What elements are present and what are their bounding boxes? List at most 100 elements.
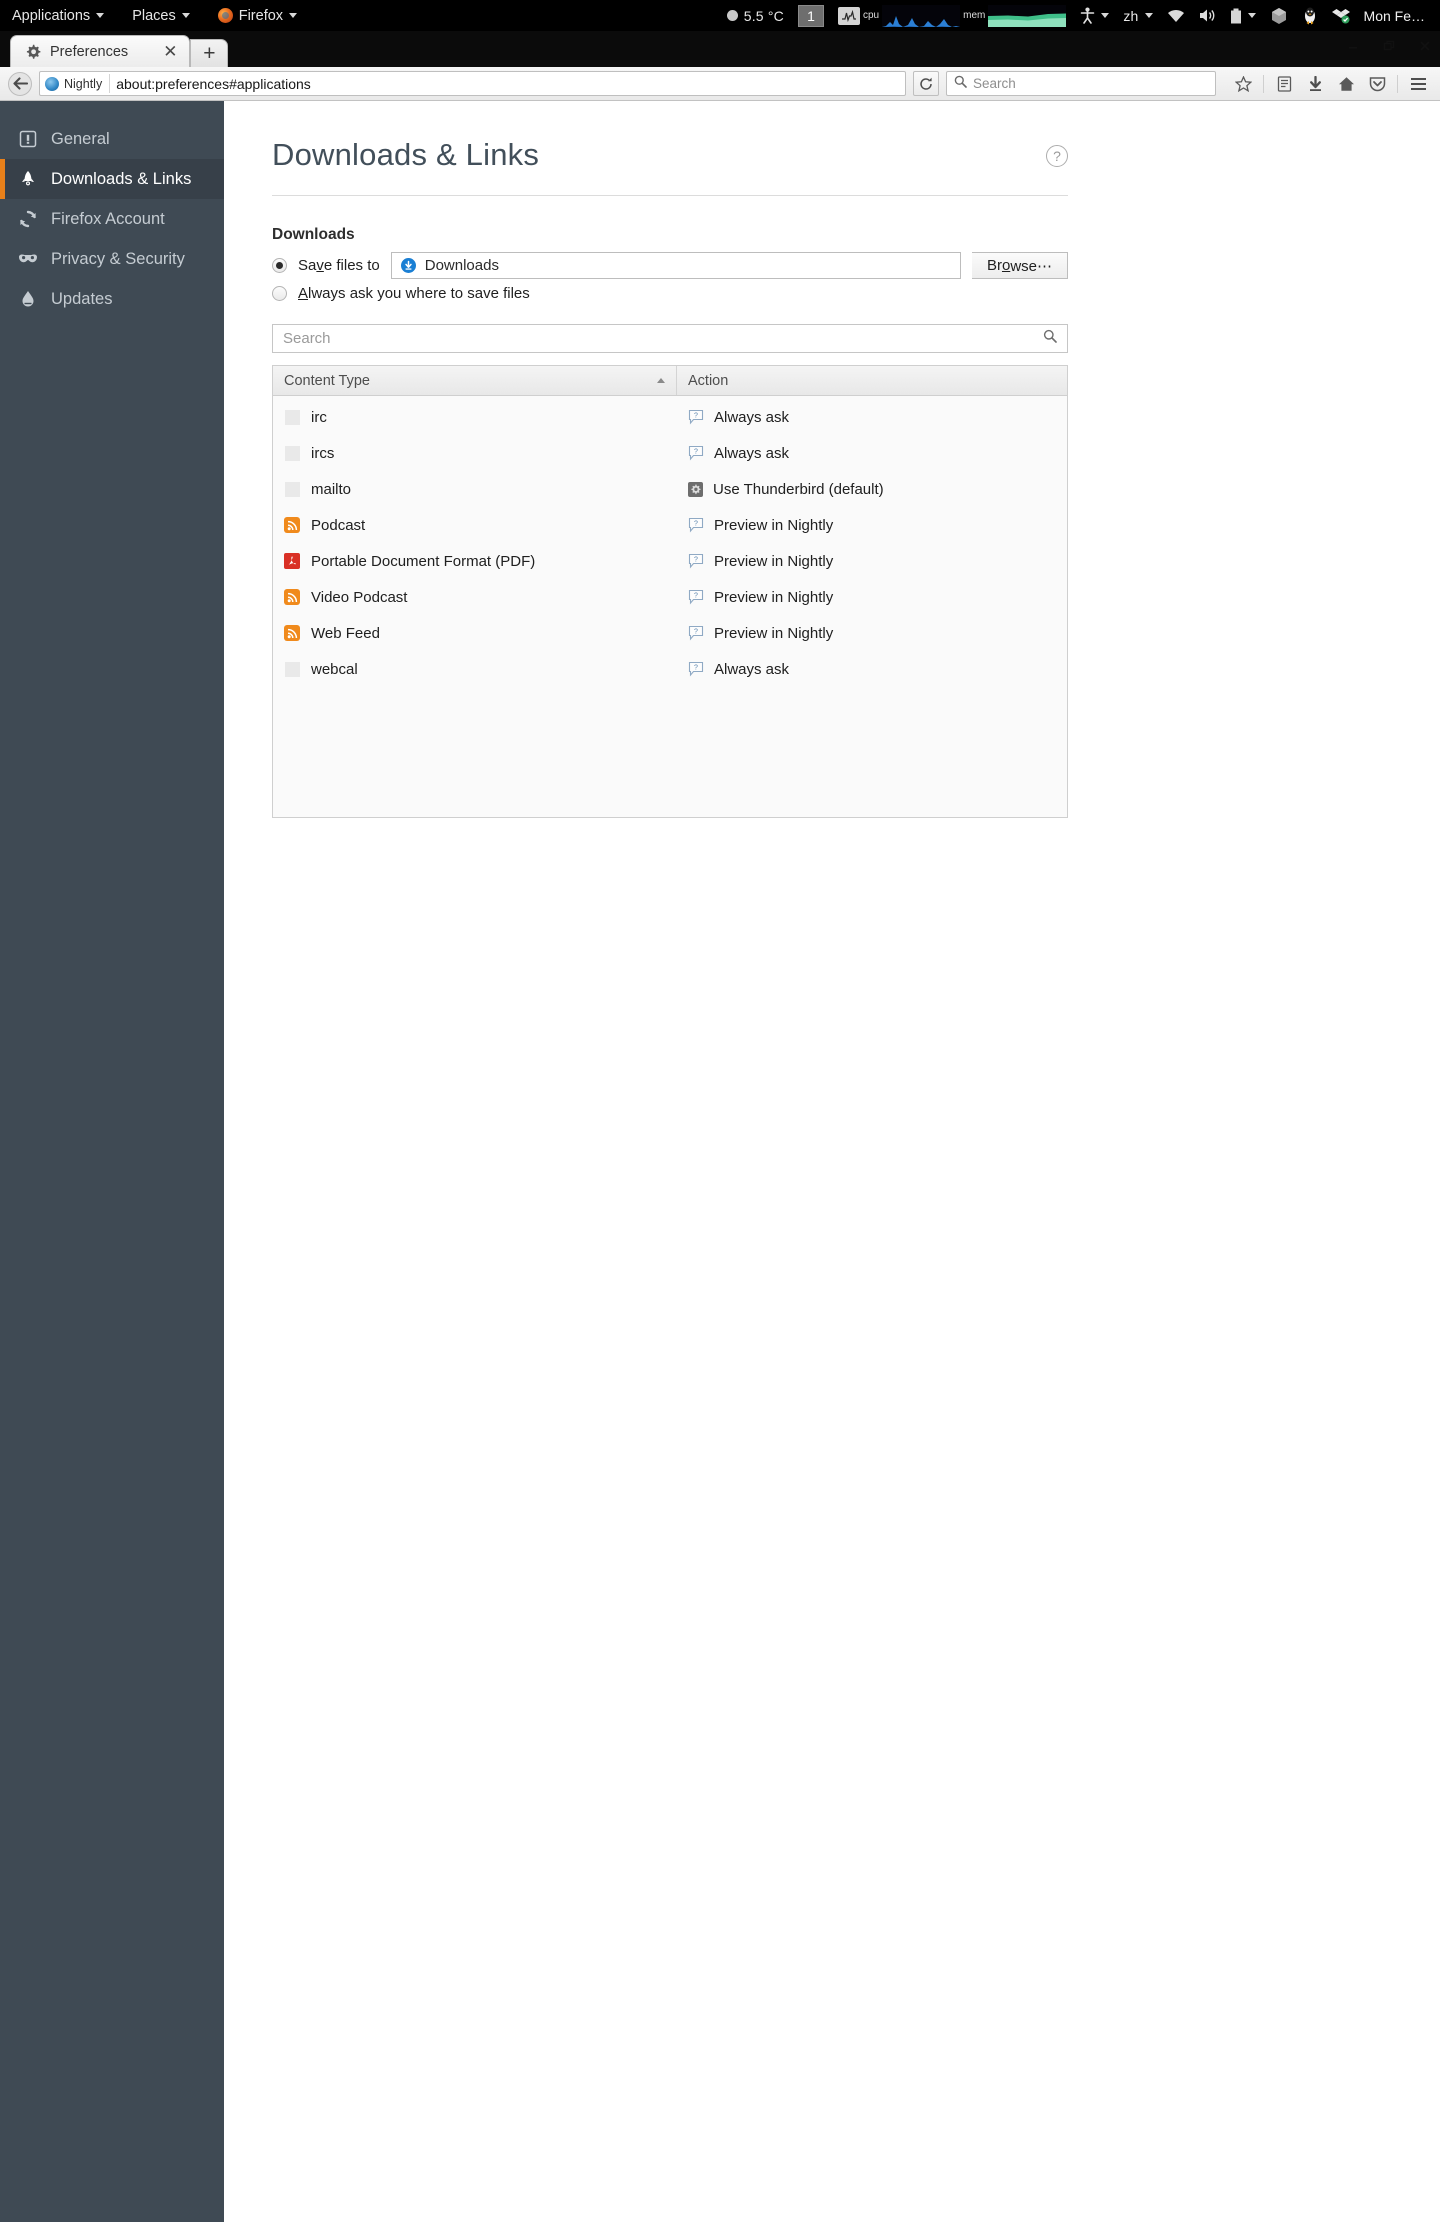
library-icon[interactable]: [1270, 71, 1298, 97]
search-input[interactable]: Search: [973, 76, 1016, 91]
window-controls: [1344, 37, 1434, 55]
sidebar-item-privacy-and-security[interactable]: Privacy & Security: [0, 239, 224, 279]
cell-action[interactable]: ? Preview in Nightly: [677, 517, 1067, 534]
volume-indicator[interactable]: [1192, 0, 1223, 31]
column-header-content-type[interactable]: Content Type: [273, 366, 677, 395]
clock-indicator[interactable]: Mon Fe…: [1357, 0, 1440, 31]
app-gear-icon: [688, 481, 703, 497]
bookmark-star-icon[interactable]: [1229, 71, 1257, 97]
chevron-down-icon: [1144, 13, 1153, 18]
sidebar-item-label: Updates: [51, 289, 113, 308]
identity-box[interactable]: Nightly: [45, 74, 111, 93]
url-input[interactable]: about:preferences#applications: [116, 76, 900, 92]
rss-icon: [284, 589, 300, 605]
svg-text:?: ?: [694, 556, 698, 563]
cell-content-type: webcal: [273, 661, 677, 678]
home-icon[interactable]: [1332, 71, 1360, 97]
new-tab-button[interactable]: +: [190, 39, 229, 67]
language-indicator[interactable]: zh: [1116, 0, 1159, 31]
save-files-to-radio[interactable]: [272, 258, 287, 273]
cell-action[interactable]: Use Thunderbird (default): [677, 481, 1067, 498]
column-header-action[interactable]: Action: [677, 366, 1067, 395]
accessibility-indicator[interactable]: [1073, 0, 1116, 31]
table-row[interactable]: Portable Document Format (PDF) ? Preview: [273, 543, 1067, 579]
sidebar-item-firefox-account[interactable]: Firefox Account: [0, 199, 224, 239]
package-icon: [1270, 7, 1288, 25]
cell-content-type: Video Podcast: [273, 589, 677, 606]
package-indicator[interactable]: [1263, 0, 1295, 31]
table-row[interactable]: Podcast ? Preview in Nightly: [273, 507, 1067, 543]
applications-filter-input[interactable]: Search: [272, 324, 1068, 353]
filter-row: Search: [272, 324, 1068, 353]
action-label: Always ask: [714, 444, 790, 462]
reload-button[interactable]: [913, 71, 939, 96]
table-row[interactable]: webcal ? Always ask: [273, 651, 1067, 687]
cell-content-type: Podcast: [273, 517, 677, 534]
minimize-button[interactable]: [1344, 37, 1362, 55]
pdf-icon: [284, 553, 300, 569]
table-row[interactable]: Web Feed ? Preview in Nightly: [273, 615, 1067, 651]
cell-action[interactable]: ? Preview in Nightly: [677, 589, 1067, 606]
browse-button[interactable]: Br o wse⋯: [971, 252, 1068, 279]
volume-icon: [1199, 8, 1216, 23]
cell-action[interactable]: ? Always ask: [677, 661, 1067, 678]
firefox-menu[interactable]: Firefox: [204, 0, 311, 31]
close-icon[interactable]: ✕: [163, 43, 177, 60]
mask-icon: [18, 249, 38, 269]
network-indicator[interactable]: [1160, 0, 1192, 31]
ask-bubble-icon: ?: [688, 409, 704, 425]
workspace-switcher[interactable]: 1: [791, 0, 831, 31]
search-bar[interactable]: Search: [946, 71, 1216, 96]
sidebar-item-label: Privacy & Security: [51, 249, 185, 268]
identity-label: Nightly: [64, 76, 103, 91]
dropbox-indicator[interactable]: [1325, 0, 1357, 31]
chevron-down-icon: [289, 13, 298, 18]
url-bar[interactable]: Nightly about:preferences#applications: [39, 71, 906, 96]
cell-content-type: Web Feed: [273, 625, 677, 642]
battery-indicator[interactable]: [1223, 0, 1263, 31]
cell-action[interactable]: ? Preview in Nightly: [677, 553, 1067, 570]
pocket-shield-icon[interactable]: [1363, 71, 1391, 97]
table-row[interactable]: mailto Use Thunderbird (default): [273, 471, 1067, 507]
cell-action[interactable]: ? Always ask: [677, 409, 1067, 426]
tab-preferences[interactable]: Preferences ✕: [10, 35, 191, 67]
cell-action[interactable]: ? Always ask: [677, 445, 1067, 462]
language-value: zh: [1123, 7, 1139, 24]
chevron-down-icon: [1247, 13, 1256, 18]
save-files-to-row: Save files to Downloads Br o wse⋯: [272, 252, 1068, 279]
preferences-page: General Downloads & Links Firefox Accoun…: [0, 101, 1440, 2222]
sidebar-item-general[interactable]: General: [0, 119, 224, 159]
downloads-arrow-icon[interactable]: [1301, 71, 1329, 97]
table-row[interactable]: Video Podcast ? Preview in Nightly: [273, 579, 1067, 615]
gear-icon: [25, 44, 41, 60]
hamburger-menu-icon[interactable]: [1404, 71, 1432, 97]
chevron-down-icon: [181, 13, 190, 18]
workspace-number: 1: [797, 4, 824, 27]
temperature-indicator[interactable]: 5.5 °C: [720, 0, 791, 31]
table-row[interactable]: irc ? Always ask: [273, 399, 1067, 435]
navigation-toolbar: Nightly about:preferences#applications S…: [0, 67, 1440, 101]
places-menu[interactable]: Places: [118, 0, 204, 31]
tab-strip: Preferences ✕ +: [0, 31, 1440, 67]
table-row[interactable]: ircs ? Always ask: [273, 435, 1067, 471]
download-folder-field[interactable]: Downloads: [390, 252, 961, 279]
temperature-dot-icon: [726, 10, 738, 21]
system-monitor-applet[interactable]: cpu mem: [831, 0, 1073, 31]
cell-action[interactable]: ? Preview in Nightly: [677, 625, 1067, 642]
back-button[interactable]: [8, 71, 32, 96]
search-icon[interactable]: [1043, 329, 1057, 348]
help-circle-icon[interactable]: ?: [1046, 145, 1068, 167]
sidebar-item-downloads-and-links[interactable]: Downloads & Links: [0, 159, 224, 199]
wifi-icon: [1167, 9, 1185, 23]
close-button[interactable]: [1416, 37, 1434, 55]
applications-menu[interactable]: Applications: [0, 0, 118, 31]
penguin-indicator[interactable]: [1295, 0, 1325, 31]
rss-icon: [284, 625, 300, 641]
toolbar-divider: [1397, 74, 1398, 93]
always-ask-radio[interactable]: [272, 286, 287, 301]
chevron-down-icon: [96, 13, 105, 18]
restore-button[interactable]: [1380, 37, 1398, 55]
applications-menu-label: Applications: [12, 7, 91, 24]
cell-content-type: mailto: [273, 481, 677, 498]
sidebar-item-updates[interactable]: Updates: [0, 279, 224, 319]
